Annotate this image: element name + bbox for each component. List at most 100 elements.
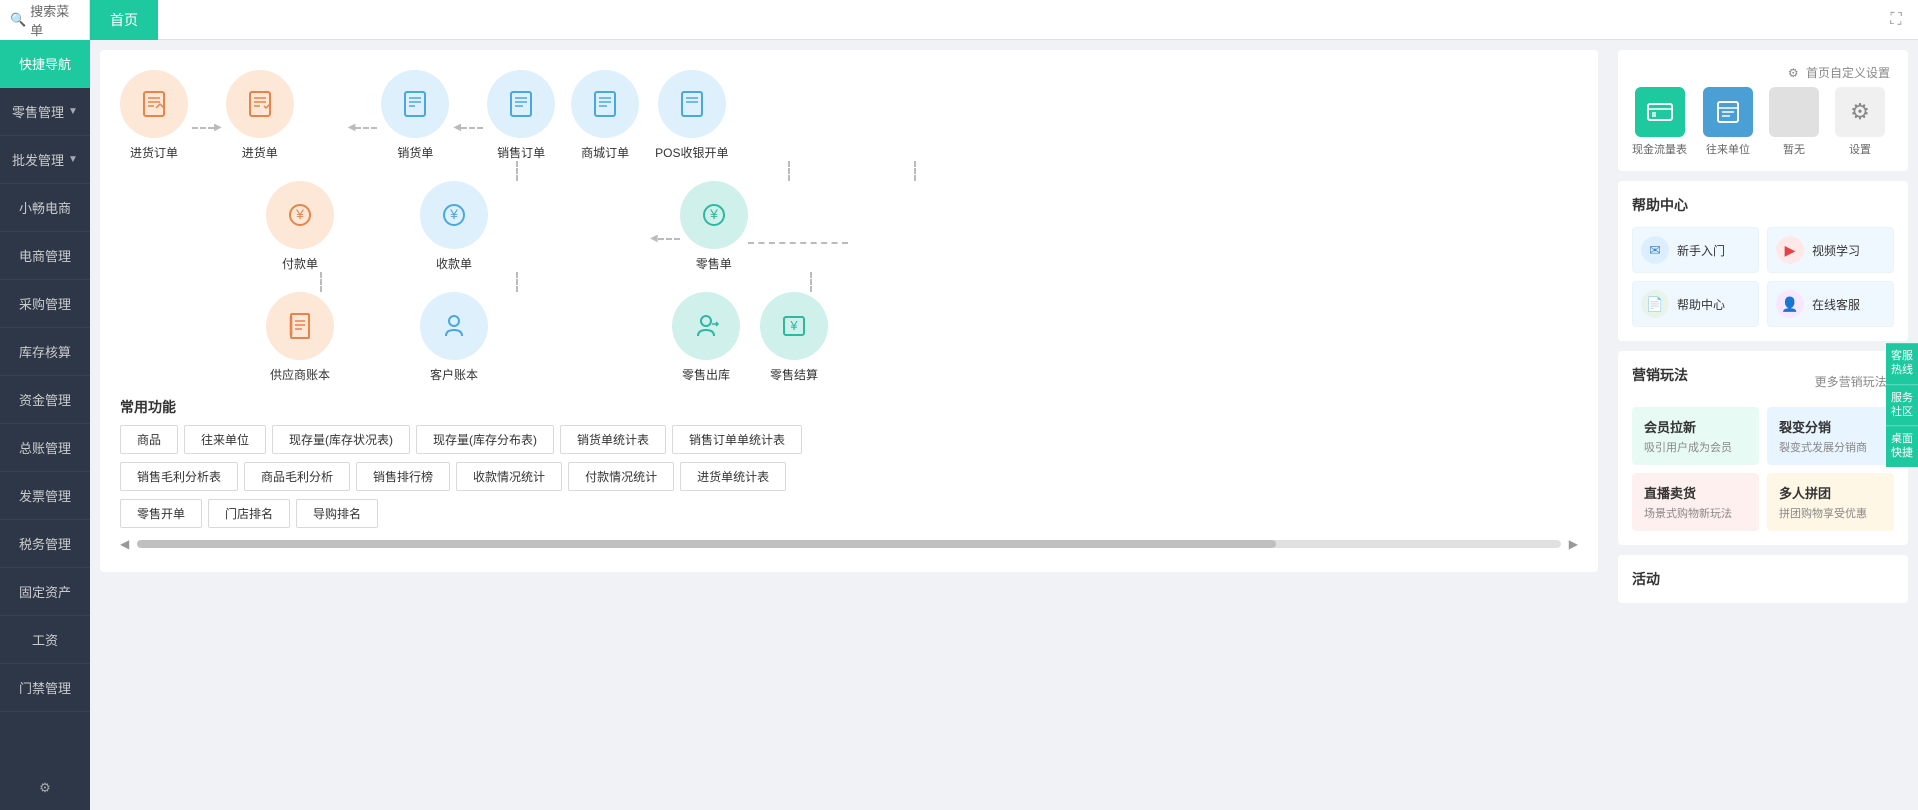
sidebar-item-retail[interactable]: 零售管理 ▼ [0,88,90,136]
search-menu[interactable]: 🔍 搜索菜单 [0,0,90,40]
sidebar-item-access[interactable]: 门禁管理 [0,664,90,712]
float-btn-service[interactable]: 客服热线 [1886,343,1918,385]
func-btn-sales-rank[interactable]: 销售排行榜 [356,462,450,491]
quick-nav-item-cashflow[interactable]: 现金流量表 [1632,87,1687,157]
sidebar-item-invoice[interactable]: 发票管理 [0,472,90,520]
scroll-track[interactable] [137,540,1561,548]
tab-home[interactable]: 首页 [90,0,158,40]
func-btn-stock-dist[interactable]: 现存量(库存分布表) [416,425,554,454]
top-bar: 🔍 搜索菜单 首页 ⛶ [0,0,1918,40]
marketing-group-desc: 拼团购物享受优惠 [1779,505,1882,521]
func-btn-retail-open[interactable]: 零售开单 [120,499,202,528]
scroll-thumb [137,540,1276,548]
quick-nav-settings[interactable]: ⚙ 首页自定义设置 [1632,64,1894,81]
func-btn-goods-profit[interactable]: 商品毛利分析 [244,462,350,491]
purchase-label: 进货单 [242,144,278,161]
marketing-fission-desc: 裂变式发展分销商 [1779,439,1882,455]
flow-node-retail-out[interactable]: 零售出库 [672,292,740,383]
func-btn-sales-order-stat[interactable]: 销售订单单统计表 [672,425,802,454]
sidebar-item-label: 发票管理 [19,486,71,505]
quick-nav-item-partner[interactable]: 往来单位 [1703,87,1753,157]
pos-icon [658,70,726,138]
func-btn-sales-stat[interactable]: 销货单统计表 [560,425,666,454]
func-btn-store-rank[interactable]: 门店排名 [208,499,290,528]
flow-node-retail-order[interactable]: ¥ 零售单 [680,181,748,272]
receipt-label: 收款单 [436,255,472,272]
sidebar-item-purchase[interactable]: 采购管理 [0,280,90,328]
fullscreen-button[interactable]: ⛶ [1884,8,1908,32]
sidebar-item-tax[interactable]: 税务管理 [0,520,90,568]
float-btn-desktop[interactable]: 桌面快捷 [1886,426,1918,467]
main-panel: 进货订单 ▶ 进货单 [90,40,1608,810]
scroll-left-button[interactable]: ◀ [120,537,129,551]
marketing-card: 营销玩法 更多营销玩法 › 会员拉新 吸引用户成为会员 裂变分销 裂变式发展分销… [1618,351,1908,545]
func-btn-stock-status[interactable]: 现存量(库存状况表) [272,425,410,454]
help-item-video[interactable]: ▶ 视频学习 [1767,227,1894,273]
flow-node-receipt[interactable]: ¥ 收款单 [420,181,488,272]
gear-small-icon: ⚙ [1788,66,1799,80]
sidebar-item-ecommerce-small[interactable]: 小畅电商 [0,184,90,232]
marketing-item-fission[interactable]: 裂变分销 裂变式发展分销商 [1767,407,1894,465]
help-item-service[interactable]: 👤 在线客服 [1767,281,1894,327]
help-help-label: 帮助中心 [1677,296,1725,313]
func-btn-purchase-stat[interactable]: 进货单统计表 [680,462,786,491]
help-item-help[interactable]: 📄 帮助中心 [1632,281,1759,327]
scroll-row: ◀ ▶ [120,536,1578,552]
flow-node-purchase[interactable]: 进货单 [226,70,294,161]
receipt-icon: ¥ [420,181,488,249]
marketing-group-title: 多人拼团 [1779,483,1882,502]
float-btn-community[interactable]: 服务社区 [1886,385,1918,427]
quick-guide-box: 进货订单 ▶ 进货单 [100,50,1598,572]
supplier-ledger-label: 供应商账本 [270,366,330,383]
partner-icon [1703,87,1753,137]
flow-node-pos[interactable]: POS收银开单 [655,70,728,161]
sidebar-item-finance[interactable]: 资金管理 [0,376,90,424]
flow-node-supplier-ledger[interactable]: 供应商账本 [266,292,334,383]
shop-order-label: 商城订单 [581,144,629,161]
flow-node-sales[interactable]: 销货单 [381,70,449,161]
help-item-beginner[interactable]: ✉ 新手入门 [1632,227,1759,273]
mail-icon: ✉ [1641,236,1669,264]
func-btn-sales-profit[interactable]: 销售毛利分析表 [120,462,238,491]
sidebar-settings-button[interactable]: ⚙ [0,766,90,810]
scroll-right-button[interactable]: ▶ [1569,537,1578,551]
flow-node-shop-order[interactable]: 商城订单 [571,70,639,161]
sidebar-item-salary[interactable]: 工资 [0,616,90,664]
func-btn-goods[interactable]: 商品 [120,425,178,454]
func-btn-guide-rank[interactable]: 导购排名 [296,499,378,528]
help-center-title: 帮助中心 [1632,195,1894,215]
retail-out-label: 零售出库 [682,366,730,383]
marketing-more-link[interactable]: 更多营销玩法 › [1815,373,1894,390]
activity-title: 活动 [1632,569,1894,589]
quick-nav-item-settings[interactable]: ⚙ 设置 [1835,87,1885,157]
sidebar-item-ecommerce-mgmt[interactable]: 电商管理 [0,232,90,280]
flow-node-customer-ledger[interactable]: 客户账本 [420,292,488,383]
sidebar-item-quick-nav[interactable]: 快捷导航 [0,40,90,88]
svg-text:¥: ¥ [449,206,458,222]
func-btn-payment-stat[interactable]: 付款情况统计 [568,462,674,491]
video-icon: ▶ [1776,236,1804,264]
content-area: 进货订单 ▶ 进货单 [90,40,1918,810]
empty-icon [1769,87,1819,137]
marketing-item-live[interactable]: 直播卖货 场景式购物新玩法 [1632,473,1759,531]
flow-node-sales-order[interactable]: 销售订单 [487,70,555,161]
flow-node-payment[interactable]: ¥ 付款单 [266,181,334,272]
sidebar-item-assets[interactable]: 固定资产 [0,568,90,616]
payment-label: 付款单 [282,255,318,272]
func-btn-partner[interactable]: 往来单位 [184,425,266,454]
sidebar-item-ledger[interactable]: 总账管理 [0,424,90,472]
marketing-item-member[interactable]: 会员拉新 吸引用户成为会员 [1632,407,1759,465]
marketing-item-group[interactable]: 多人拼团 拼团购物享受优惠 [1767,473,1894,531]
help-service-label: 在线客服 [1812,296,1860,313]
flow-node-retail-settle[interactable]: ¥ 零售结算 [760,292,828,383]
sidebar-item-inventory[interactable]: 库存核算 [0,328,90,376]
func-btn-receipt-stat[interactable]: 收款情况统计 [456,462,562,491]
sidebar-item-wholesale[interactable]: 批发管理 ▼ [0,136,90,184]
help-beginner-label: 新手入门 [1677,242,1725,259]
marketing-grid: 会员拉新 吸引用户成为会员 裂变分销 裂变式发展分销商 直播卖货 场景式购物新玩… [1632,407,1894,531]
retail-settle-label: 零售结算 [770,366,818,383]
partner-label: 往来单位 [1706,141,1750,157]
sidebar-item-label: 总账管理 [19,438,71,457]
flow-node-purchase-order[interactable]: 进货订单 [120,70,188,161]
sidebar-item-label: 快捷导航 [19,54,71,73]
